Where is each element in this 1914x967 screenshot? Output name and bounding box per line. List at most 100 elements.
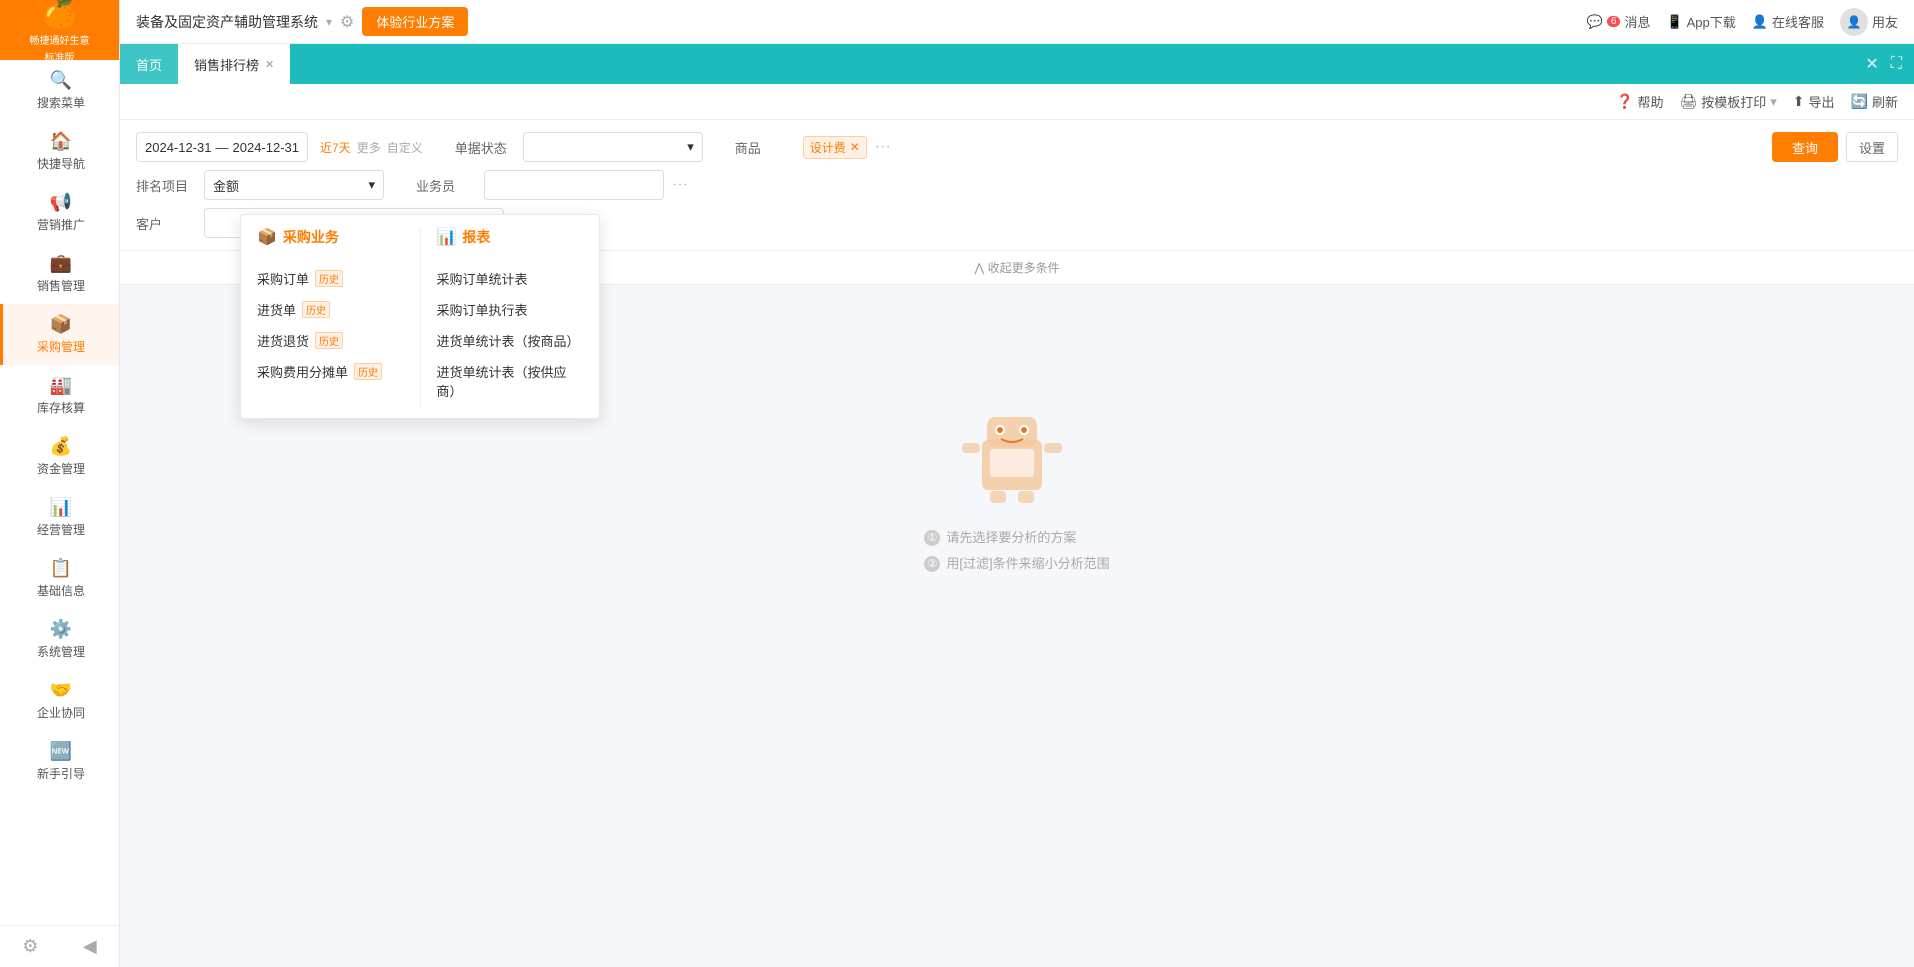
- step-2: ② 用[过滤]条件来缩小分析范围: [924, 551, 1109, 577]
- customer-label: 客户: [136, 214, 196, 233]
- print-label: 按模板打印: [1701, 92, 1766, 111]
- purchase-dropdown-menu: 📦 采购业务 采购订单 历史 进货单 历史 进货退货 历史: [240, 214, 600, 419]
- sidebar-item-label: 快捷导航: [37, 155, 85, 172]
- salesperson-select[interactable]: [484, 170, 664, 200]
- goods-group: 商品 设计费 ✕ ···: [735, 136, 891, 159]
- purchase-col-label: 采购业务: [283, 227, 339, 247]
- date-range-input[interactable]: 2024-12-31 — 2024-12-31: [136, 132, 308, 162]
- help-btn[interactable]: ❓ 帮助: [1616, 92, 1663, 111]
- basic-info-icon: 📋: [50, 558, 72, 579]
- goods-tag-close[interactable]: ✕: [850, 140, 860, 154]
- tab-sales-rank[interactable]: 销售排行榜 ✕: [178, 44, 290, 84]
- rank-arrow: ▾: [368, 177, 375, 193]
- sidebar-item-enterprise[interactable]: 🤝 企业协同: [0, 670, 119, 731]
- menu-item-purchase-order-stats[interactable]: 采购订单统计表: [437, 263, 584, 294]
- goods-more[interactable]: ···: [875, 138, 891, 156]
- message-label: 消息: [1624, 12, 1650, 31]
- empty-icon-wrapper: [957, 405, 1077, 505]
- sidebar-item-capital[interactable]: 💰 资金管理: [0, 426, 119, 487]
- sidebar-item-search[interactable]: 🔍 搜索菜单: [0, 60, 119, 121]
- capital-icon: 💰: [50, 436, 72, 457]
- refresh-label: 刷新: [1872, 92, 1898, 111]
- top-header: 装备及固定资产辅助管理系统 ▾ ⚙ 体验行业方案 💬 6 消息 📱 App下载 …: [120, 0, 1914, 44]
- sidebar-item-label: 企业协同: [37, 704, 85, 721]
- message-btn[interactable]: 💬 6 消息: [1587, 12, 1651, 31]
- sidebar-item-label: 采购管理: [37, 338, 85, 355]
- rank-select[interactable]: 金额 ▾: [204, 170, 384, 200]
- empty-illustration: [957, 405, 1067, 505]
- filter-row-1: 2024-12-31 — 2024-12-31 近7天 更多 自定义 单据状态 …: [136, 132, 1898, 162]
- logo-icon: 🍊: [42, 0, 77, 30]
- app-logo: 🍊 畅捷通好生意 标准版: [0, 0, 119, 60]
- system-icon: ⚙️: [50, 619, 72, 640]
- goods-tag-text: 设计费: [810, 139, 846, 156]
- purchase-order-stats-label: 采购订单统计表: [437, 269, 528, 288]
- collapse-sidebar-icon[interactable]: ◀: [83, 936, 97, 957]
- app-download-btn[interactable]: 📱 App下载: [1666, 12, 1735, 31]
- tab-home[interactable]: 首页: [120, 44, 178, 84]
- guide-icon: 🆕: [50, 741, 72, 762]
- sidebar: 🍊 畅捷通好生意 标准版 🔍 搜索菜单 🏠 快捷导航 📢 营销推广 💼 销售管理…: [0, 0, 120, 967]
- btn-more-date[interactable]: 更多: [357, 139, 381, 156]
- hist-badge-2: 历史: [315, 332, 343, 349]
- user-btn[interactable]: 👤 用友: [1840, 8, 1898, 36]
- tab-close-btn[interactable]: ✕: [1865, 54, 1878, 74]
- voucher-status-group: 单据状态 ▾: [455, 132, 703, 162]
- sidebar-item-inventory[interactable]: 🏭 库存核算: [0, 365, 119, 426]
- settings-bottom-icon[interactable]: ⚙: [22, 936, 38, 957]
- btn-7days[interactable]: 近7天: [320, 139, 351, 156]
- message-icon: 💬: [1587, 14, 1603, 30]
- sidebar-item-label: 新手引导: [37, 765, 85, 782]
- refresh-btn[interactable]: 🔄 刷新: [1851, 92, 1898, 111]
- purchase-order-exec-label: 采购订单执行表: [437, 300, 528, 319]
- sidebar-item-quick-nav[interactable]: 🏠 快捷导航: [0, 121, 119, 182]
- header-left: 装备及固定资产辅助管理系统 ▾ ⚙ 体验行业方案: [136, 7, 468, 36]
- print-btn[interactable]: 🖨 按模板打印 ▾: [1679, 92, 1776, 111]
- filter-actions: 查询 设置: [1772, 132, 1898, 162]
- export-icon: ⬆: [1793, 93, 1805, 110]
- search-nav-icon: 🔍: [50, 70, 72, 91]
- sidebar-item-marketing[interactable]: 📢 营销推广: [0, 182, 119, 243]
- sidebar-item-purchase[interactable]: 📦 采购管理: [0, 304, 119, 365]
- menu-item-stock-in-stats-goods[interactable]: 进货单统计表（按商品）: [437, 325, 584, 356]
- menu-item-purchase-order-exec[interactable]: 采购订单执行表: [437, 294, 584, 325]
- sidebar-item-basic-info[interactable]: 📋 基础信息: [0, 548, 119, 609]
- sidebar-item-operation[interactable]: 📊 经营管理: [0, 487, 119, 548]
- tab-expand-btn[interactable]: ⛶: [1891, 55, 1902, 73]
- salesperson-more[interactable]: ···: [672, 176, 688, 194]
- sidebar-item-system[interactable]: ⚙️ 系统管理: [0, 609, 119, 670]
- sidebar-item-guide[interactable]: 🆕 新手引导: [0, 731, 119, 792]
- stock-in-stats-supplier-label: 进货单统计表（按供应商）: [437, 362, 584, 400]
- menu-item-stock-in-stats-supplier[interactable]: 进货单统计表（按供应商）: [437, 356, 584, 406]
- tab-close-icon[interactable]: ✕: [265, 58, 274, 71]
- menu-item-stock-in[interactable]: 进货单 历史: [257, 294, 404, 325]
- query-btn[interactable]: 查询: [1772, 132, 1838, 162]
- sidebar-item-sales[interactable]: 💼 销售管理: [0, 243, 119, 304]
- btn-custom-date[interactable]: 自定义: [387, 139, 423, 156]
- purchase-icon: 📦: [50, 314, 72, 335]
- rank-label: 排名项目: [136, 176, 196, 195]
- date-start: 2024-12-31: [145, 140, 212, 155]
- report-col-title: 📊 报表: [437, 227, 584, 253]
- report-col-icon: 📊: [437, 227, 457, 247]
- inventory-icon: 🏭: [50, 375, 72, 396]
- print-dropdown-icon[interactable]: ▾: [1770, 94, 1777, 110]
- sidebar-item-label: 经营管理: [37, 521, 85, 538]
- menu-item-purchase-order[interactable]: 采购订单 历史: [257, 263, 404, 294]
- goods-tag[interactable]: 设计费 ✕: [803, 136, 867, 159]
- hist-badge-1: 历史: [302, 301, 330, 318]
- step-1-num: ①: [924, 530, 940, 546]
- online-service-btn[interactable]: 👤 在线客服: [1752, 12, 1824, 31]
- report-col-label: 报表: [462, 227, 490, 247]
- header-settings-icon[interactable]: ⚙: [340, 12, 354, 32]
- refresh-icon: 🔄: [1851, 93, 1868, 110]
- menu-item-purchase-fee[interactable]: 采购费用分摊单 历史: [257, 356, 404, 387]
- export-btn[interactable]: ⬆ 导出: [1793, 92, 1835, 111]
- voucher-status-label: 单据状态: [455, 138, 515, 157]
- voucher-status-select[interactable]: ▾: [523, 132, 703, 162]
- settings-btn[interactable]: 设置: [1846, 132, 1898, 162]
- industry-btn[interactable]: 体验行业方案: [362, 7, 468, 36]
- menu-item-stock-return[interactable]: 进货退货 历史: [257, 325, 404, 356]
- purchase-col-icon: 📦: [257, 227, 277, 247]
- header-dropdown-arrow[interactable]: ▾: [326, 15, 332, 29]
